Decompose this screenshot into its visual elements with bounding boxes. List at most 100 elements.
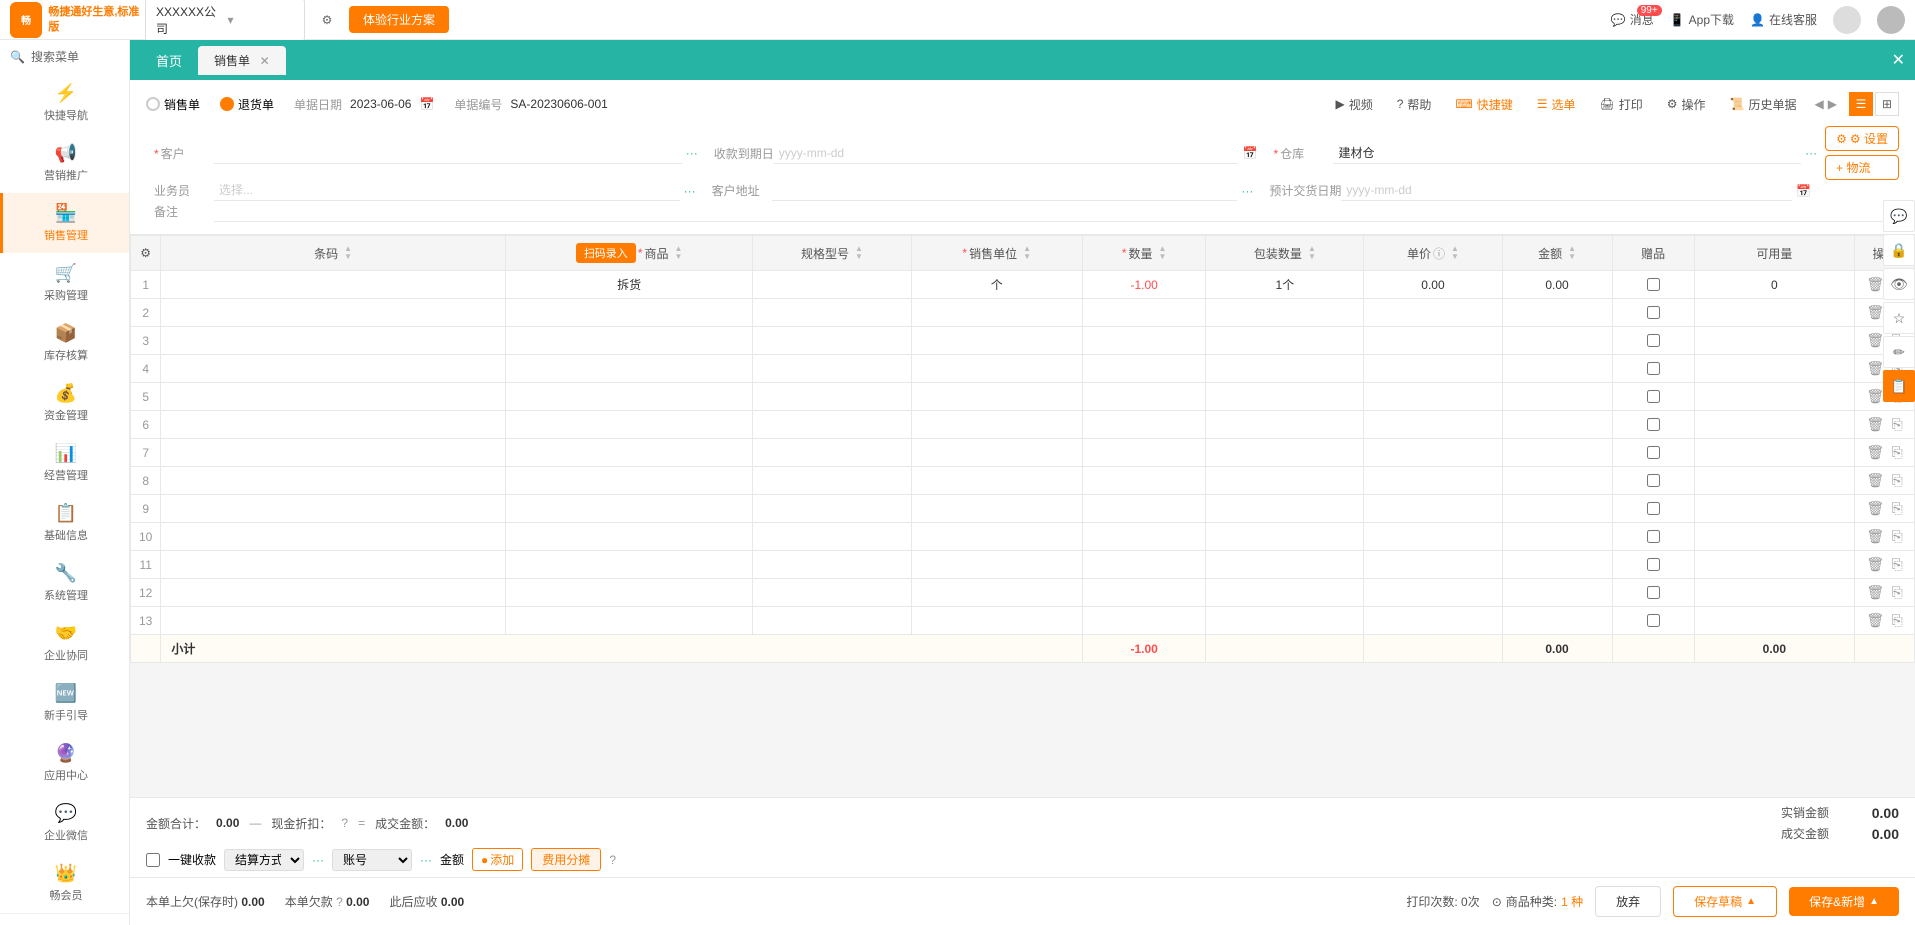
- row-delete-icon-4[interactable]: 🗑: [1866, 360, 1884, 376]
- row-copy-icon-6[interactable]: ⎘: [1891, 416, 1902, 432]
- row-unit-5[interactable]: [911, 383, 1082, 411]
- row-qty-2[interactable]: [1082, 299, 1205, 327]
- sidebar-item-basic[interactable]: 📋 基础信息: [0, 493, 129, 553]
- row-product-6[interactable]: [505, 411, 753, 439]
- row-copy-icon-9[interactable]: ⎘: [1891, 500, 1902, 516]
- float-edit-btn[interactable]: ✏: [1883, 336, 1915, 368]
- customer-addr-dots[interactable]: ···: [1241, 184, 1253, 198]
- row-unit-7[interactable]: [911, 439, 1082, 467]
- customer-dots[interactable]: ···: [686, 146, 698, 160]
- avatar[interactable]: [1833, 6, 1861, 34]
- row-product-12[interactable]: [505, 579, 753, 607]
- row-pkg-qty-4[interactable]: [1206, 355, 1364, 383]
- row-unit-2[interactable]: [911, 299, 1082, 327]
- fee-help-icon[interactable]: ?: [609, 853, 616, 867]
- row-qty-9[interactable]: [1082, 495, 1205, 523]
- row-amount-6[interactable]: [1502, 411, 1612, 439]
- tab-sales-order[interactable]: 销售单 ✕: [198, 46, 286, 75]
- row-unit-price-2[interactable]: [1364, 299, 1502, 327]
- avatar2[interactable]: [1877, 6, 1905, 34]
- row-delete-icon-8[interactable]: 🗑: [1866, 472, 1884, 488]
- row-pkg-qty-6[interactable]: [1206, 411, 1364, 439]
- toolbar-history[interactable]: 📜 历史单据: [1724, 93, 1803, 116]
- customer-input[interactable]: [214, 143, 682, 164]
- row-spec-5[interactable]: [753, 383, 911, 411]
- row-copy-icon-11[interactable]: ⎘: [1891, 556, 1902, 572]
- row-unit-12[interactable]: [911, 579, 1082, 607]
- row-delete-icon-10[interactable]: 🗑: [1866, 528, 1884, 544]
- sidebar-item-guide[interactable]: 🆕 新手引导: [0, 673, 129, 733]
- row-unit-price-1[interactable]: 0.00: [1364, 271, 1502, 299]
- sidebar-item-finance[interactable]: 💰 资金管理: [0, 373, 129, 433]
- row-unit-price-3[interactable]: [1364, 327, 1502, 355]
- row-delete-icon-1[interactable]: 🗑: [1866, 276, 1884, 292]
- float-lock-btn[interactable]: 🔒: [1883, 234, 1915, 266]
- row-qty-6[interactable]: [1082, 411, 1205, 439]
- row-product-9[interactable]: [505, 495, 753, 523]
- row-unit-6[interactable]: [911, 411, 1082, 439]
- row-unit-price-13[interactable]: [1364, 607, 1502, 635]
- sidebar-item-collab[interactable]: 🤝 企业协同: [0, 613, 129, 673]
- row-delete-icon-9[interactable]: 🗑: [1866, 500, 1884, 516]
- row-copy-icon-8[interactable]: ⎘: [1891, 472, 1902, 488]
- tab-bar-close[interactable]: ✕: [1892, 50, 1905, 70]
- row-unit-price-10[interactable]: [1364, 523, 1502, 551]
- row-delete-icon-7[interactable]: 🗑: [1866, 444, 1884, 460]
- sidebar-item-quick-nav[interactable]: ⚡ 快捷导航: [0, 73, 129, 133]
- row-barcode-12[interactable]: [161, 579, 505, 607]
- row-spec-6[interactable]: [753, 411, 911, 439]
- settings-action-btn[interactable]: ⚙ ⚙ 设置: [1825, 126, 1899, 151]
- due-date-calendar-icon[interactable]: 📅: [1242, 146, 1257, 160]
- row-unit-price-5[interactable]: [1364, 383, 1502, 411]
- row-barcode-2[interactable]: [161, 299, 505, 327]
- cash-discount-info[interactable]: ?: [341, 816, 348, 830]
- row-spec-9[interactable]: [753, 495, 911, 523]
- sidebar-item-apps[interactable]: 🔮 应用中心: [0, 733, 129, 793]
- row-delete-icon-2[interactable]: 🗑: [1866, 304, 1884, 320]
- sidebar-item-sales[interactable]: 🏪 销售管理: [0, 193, 129, 253]
- row-unit-price-6[interactable]: [1364, 411, 1502, 439]
- row-copy-icon-10[interactable]: ⎘: [1891, 528, 1902, 544]
- online-service-btn[interactable]: 👤 在线客服: [1750, 11, 1817, 28]
- toolbar-video[interactable]: ▶ 视频: [1329, 93, 1378, 116]
- row-pkg-qty-13[interactable]: [1206, 607, 1364, 635]
- row-barcode-9[interactable]: [161, 495, 505, 523]
- row-delete-icon-3[interactable]: 🗑: [1866, 332, 1884, 348]
- row-amount-8[interactable]: [1502, 467, 1612, 495]
- row-product-13[interactable]: [505, 607, 753, 635]
- row-gift-11[interactable]: [1612, 551, 1694, 579]
- sidebar-item-operations[interactable]: 📊 经营管理: [0, 433, 129, 493]
- expected-date-calendar-icon[interactable]: 📅: [1796, 184, 1811, 198]
- row-unit-price-4[interactable]: [1364, 355, 1502, 383]
- owe2-help-icon[interactable]: ?: [336, 895, 343, 909]
- row-gift-4[interactable]: [1612, 355, 1694, 383]
- row-product-3[interactable]: [505, 327, 753, 355]
- settings-icon-btn[interactable]: ⚙: [313, 6, 341, 34]
- float-chat-btn[interactable]: 💬: [1883, 200, 1915, 232]
- sidebar-search[interactable]: 🔍 搜索菜单: [0, 40, 129, 73]
- row-spec-8[interactable]: [753, 467, 911, 495]
- row-qty-12[interactable]: [1082, 579, 1205, 607]
- row-unit-price-7[interactable]: [1364, 439, 1502, 467]
- row-gift-1[interactable]: [1612, 271, 1694, 299]
- row-unit-11[interactable]: [911, 551, 1082, 579]
- row-pkg-qty-2[interactable]: [1206, 299, 1364, 327]
- row-product-7[interactable]: [505, 439, 753, 467]
- row-product-8[interactable]: [505, 467, 753, 495]
- sidebar-item-purchase[interactable]: 🛒 采购管理: [0, 253, 129, 313]
- toolbar-print[interactable]: 🖨 打印: [1594, 93, 1649, 116]
- row-spec-13[interactable]: [753, 607, 911, 635]
- nav-next-btn[interactable]: ▶: [1828, 97, 1837, 111]
- row-product-1[interactable]: 拆货: [505, 271, 753, 299]
- row-barcode-11[interactable]: [161, 551, 505, 579]
- salesperson-dots[interactable]: ···: [684, 184, 696, 198]
- row-spec-12[interactable]: [753, 579, 911, 607]
- messages-btn[interactable]: 💬 消息 99+: [1611, 11, 1654, 28]
- fee-btn[interactable]: 费用分摊: [531, 848, 601, 871]
- trial-button[interactable]: 体验行业方案: [349, 6, 449, 33]
- row-barcode-7[interactable]: [161, 439, 505, 467]
- row-copy-icon-12[interactable]: ⎘: [1891, 584, 1902, 600]
- row-qty-3[interactable]: [1082, 327, 1205, 355]
- row-unit-3[interactable]: [911, 327, 1082, 355]
- float-action-btn[interactable]: 📋: [1883, 370, 1915, 402]
